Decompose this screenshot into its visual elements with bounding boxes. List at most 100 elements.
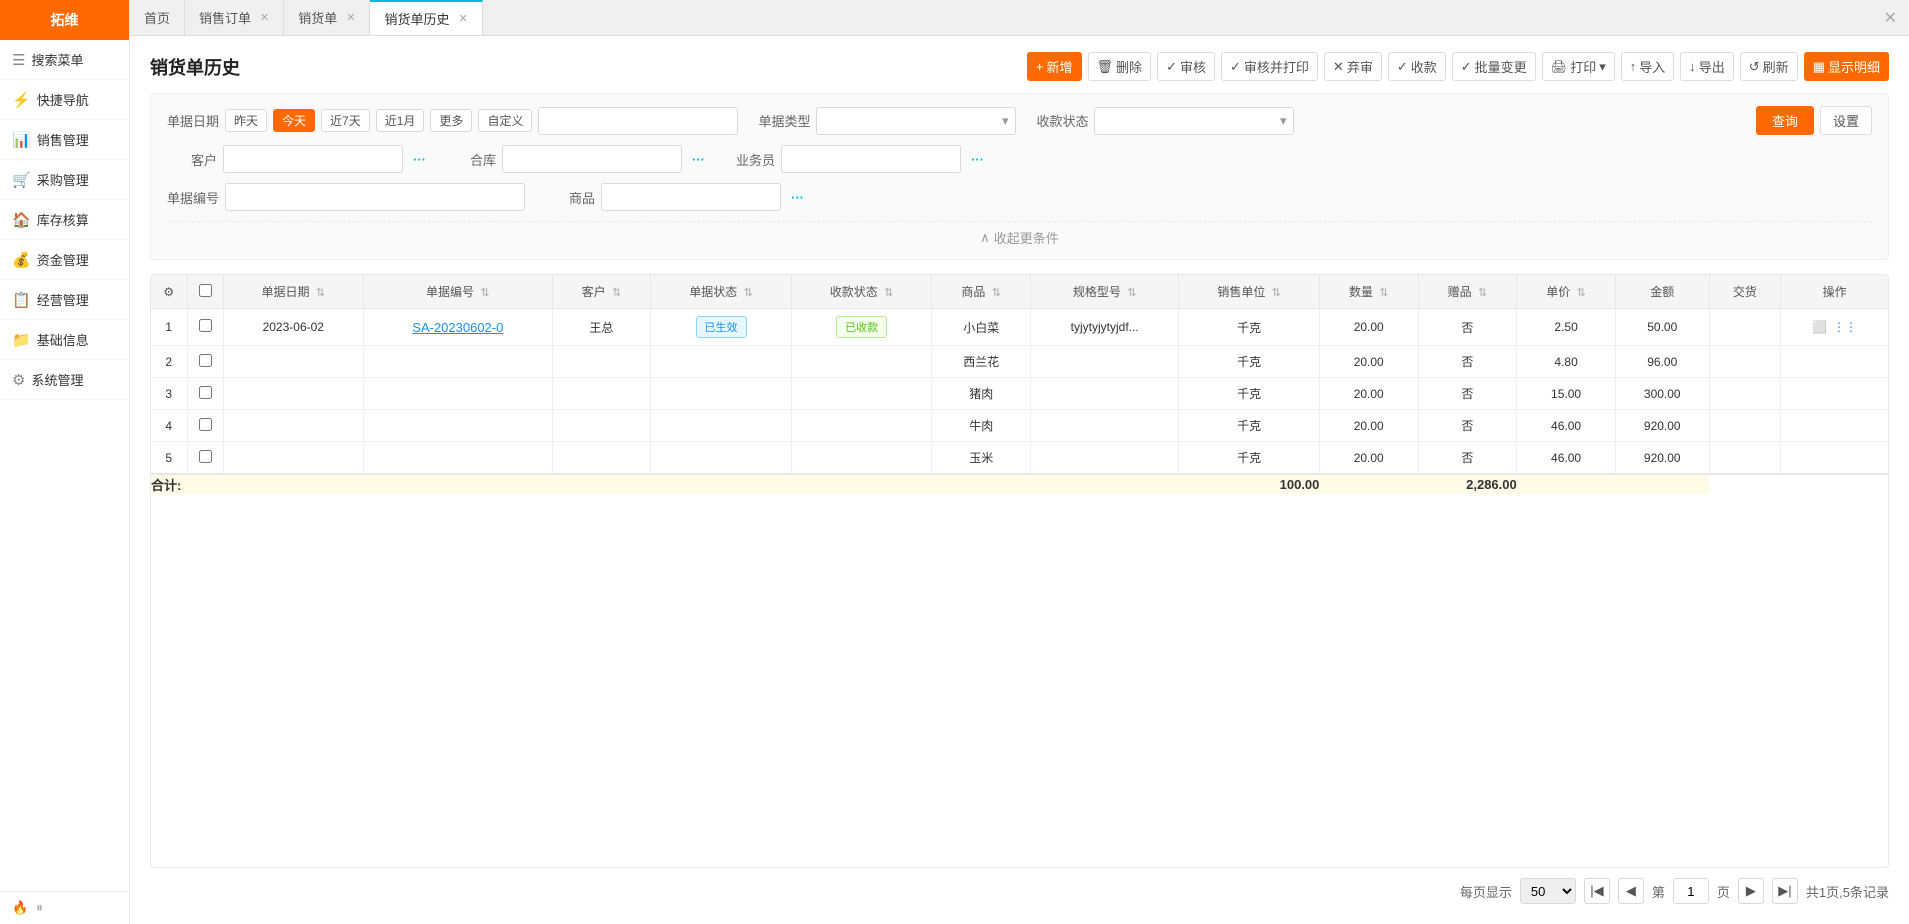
page-area: 销货单历史 + 新增 🗑 删除 ✓ 审核 ✓ 审核并打印: [130, 36, 1909, 924]
date-col-header[interactable]: 单据日期 ⇅: [223, 275, 364, 309]
warehouse-input[interactable]: [502, 145, 682, 173]
row-checkbox-input[interactable]: [199, 386, 212, 399]
tab-sales-order-close[interactable]: ✕: [260, 11, 269, 24]
row-no: 3: [151, 378, 187, 410]
abandon-button[interactable]: ✕ 弃审: [1324, 52, 1382, 81]
more-action[interactable]: ⋮⋮: [1833, 320, 1857, 334]
add-button[interactable]: + 新增: [1027, 52, 1082, 81]
customer-col-header[interactable]: 客户 ⇅: [552, 275, 651, 309]
doc-no-input[interactable]: [225, 183, 525, 211]
row-checkbox-input[interactable]: [199, 354, 212, 367]
date-range-input[interactable]: 2023-06-02 至 2023-06-02: [538, 107, 738, 135]
tab-sales-order[interactable]: 销售订单 ✕: [185, 0, 284, 35]
goods-col-header[interactable]: 商品 ⇅: [932, 275, 1031, 309]
qty-col-header[interactable]: 数量 ⇅: [1319, 275, 1418, 309]
customer-input[interactable]: [223, 145, 403, 173]
table-row: 3猪肉千克20.00否15.00300.00: [151, 378, 1888, 410]
sidebar-item-sys-mgmt[interactable]: ⚙ 系统管理: [0, 360, 129, 400]
audit-button[interactable]: ✓ 审核: [1157, 52, 1215, 81]
print-dropdown-icon: ▾: [1599, 59, 1606, 75]
show-detail-button[interactable]: ▦ 显示明细: [1804, 52, 1889, 81]
tab-sales-history-close[interactable]: ✕: [459, 12, 468, 25]
doc-type-select[interactable]: [816, 107, 1016, 135]
sidebar-item-label: 资金管理: [37, 250, 89, 269]
row-checkbox[interactable]: [187, 309, 223, 346]
audit-print-button[interactable]: ✓ 审核并打印: [1221, 52, 1318, 81]
warehouse-ellipsis[interactable]: ···: [692, 152, 705, 167]
row-checkbox-input[interactable]: [199, 319, 212, 332]
collect-icon: ✓: [1397, 59, 1408, 75]
docstatus-col-header[interactable]: 单据状态 ⇅: [651, 275, 792, 309]
business-input[interactable]: [781, 145, 961, 173]
sidebar-item-sales-mgmt[interactable]: 📊 销售管理: [0, 120, 129, 160]
sidebar-bottom-icon2[interactable]: ⏸: [36, 900, 43, 916]
docno-col-header[interactable]: 单据编号 ⇅: [364, 275, 553, 309]
sidebar-item-inventory[interactable]: 🏠 库存核算: [0, 200, 129, 240]
unit-col-header[interactable]: 销售单位 ⇅: [1179, 275, 1320, 309]
row-checkbox[interactable]: [187, 378, 223, 410]
row-goods: 牛肉: [932, 410, 1031, 442]
import-button[interactable]: ↑ 导入: [1621, 52, 1675, 81]
edit-action[interactable]: ⬜: [1812, 320, 1827, 334]
table-row: 4牛肉千克20.00否46.00920.00: [151, 410, 1888, 442]
row-checkbox[interactable]: [187, 346, 223, 378]
sidebar-item-quick-nav[interactable]: ⚡ 快捷导航: [0, 80, 129, 120]
export-button[interactable]: ↓ 导出: [1680, 52, 1734, 81]
tab-sales-goods-close[interactable]: ✕: [346, 11, 355, 24]
refresh-button[interactable]: ↺ 刷新: [1740, 52, 1798, 81]
row-unit: 千克: [1179, 346, 1320, 378]
date-more[interactable]: 更多: [430, 109, 472, 132]
batch-change-button[interactable]: ✓ 批量变更: [1452, 52, 1536, 81]
table-header-row: ⚙ 单据日期 ⇅ 单据编号 ⇅ 客户 ⇅ 单据状态 ⇅ 收款状态 ⇅ 商品 ⇅ …: [151, 275, 1888, 309]
doc-no-link[interactable]: SA-20230602-0: [412, 320, 503, 335]
date-yesterday[interactable]: 昨天: [225, 109, 267, 132]
goods-ellipsis[interactable]: ···: [791, 190, 804, 205]
price-col-header[interactable]: 单价 ⇅: [1517, 275, 1616, 309]
row-checkbox-input[interactable]: [199, 450, 212, 463]
tab-bar-close[interactable]: ✕: [1872, 8, 1909, 28]
row-unit: 千克: [1179, 442, 1320, 475]
gift-col-header[interactable]: 赠品 ⇅: [1418, 275, 1517, 309]
settings-button[interactable]: 设置: [1820, 106, 1872, 135]
row-no: 1: [151, 309, 187, 346]
tab-sales-history[interactable]: 销货单历史 ✕: [370, 0, 482, 35]
collect-button[interactable]: ✓ 收款: [1388, 52, 1446, 81]
delete-button[interactable]: 🗑 删除: [1088, 52, 1152, 81]
print-button[interactable]: 🖨 打印 ▾: [1542, 52, 1615, 81]
date-7days[interactable]: 近7天: [321, 109, 370, 132]
collect-status-select[interactable]: [1094, 107, 1294, 135]
per-page-select[interactable]: 50 20 100 200: [1520, 878, 1576, 904]
tab-home[interactable]: 首页: [130, 0, 185, 35]
prev-page-button[interactable]: ◀: [1618, 878, 1644, 904]
filter-goods: 商品 ···: [545, 183, 804, 211]
sidebar-item-basic-info[interactable]: 📁 基础信息: [0, 320, 129, 360]
collectstatus-col-header[interactable]: 收款状态 ⇅: [791, 275, 932, 309]
page-number-input[interactable]: [1673, 878, 1709, 904]
row-checkbox-input[interactable]: [199, 418, 212, 431]
sidebar-item-finance-mgmt[interactable]: 💰 资金管理: [0, 240, 129, 280]
tab-sales-goods[interactable]: 销货单 ✕: [284, 0, 370, 35]
collapse-button[interactable]: ∧ 收起更条件: [167, 221, 1872, 247]
goods-input[interactable]: [601, 183, 781, 211]
row-goods: 西兰花: [932, 346, 1031, 378]
date-today[interactable]: 今天: [273, 109, 315, 132]
sidebar-item-purchase-mgmt[interactable]: 🛒 采购管理: [0, 160, 129, 200]
sidebar-item-search-menu[interactable]: ☰ 搜索菜单: [0, 40, 129, 80]
business-ellipsis[interactable]: ···: [971, 152, 984, 167]
spec-col-header[interactable]: 规格型号 ⇅: [1031, 275, 1179, 309]
row-checkbox[interactable]: [187, 442, 223, 475]
query-button[interactable]: 查询: [1756, 106, 1814, 135]
date-custom[interactable]: 自定义: [478, 109, 532, 132]
date-1month[interactable]: 近1月: [376, 109, 425, 132]
customer-ellipsis[interactable]: ···: [413, 152, 426, 167]
sidebar-bottom-icon1[interactable]: 🔥: [12, 900, 28, 916]
first-page-button[interactable]: |◀: [1584, 878, 1610, 904]
next-page-button[interactable]: ▶: [1738, 878, 1764, 904]
gear-col-header[interactable]: ⚙: [151, 275, 187, 309]
last-page-button[interactable]: ▶|: [1772, 878, 1798, 904]
row-checkbox[interactable]: [187, 410, 223, 442]
sidebar-item-ops-mgmt[interactable]: 📋 经营管理: [0, 280, 129, 320]
row-docstatus: [651, 410, 792, 442]
select-all-checkbox[interactable]: [199, 284, 212, 297]
row-transaction: [1709, 442, 1781, 475]
